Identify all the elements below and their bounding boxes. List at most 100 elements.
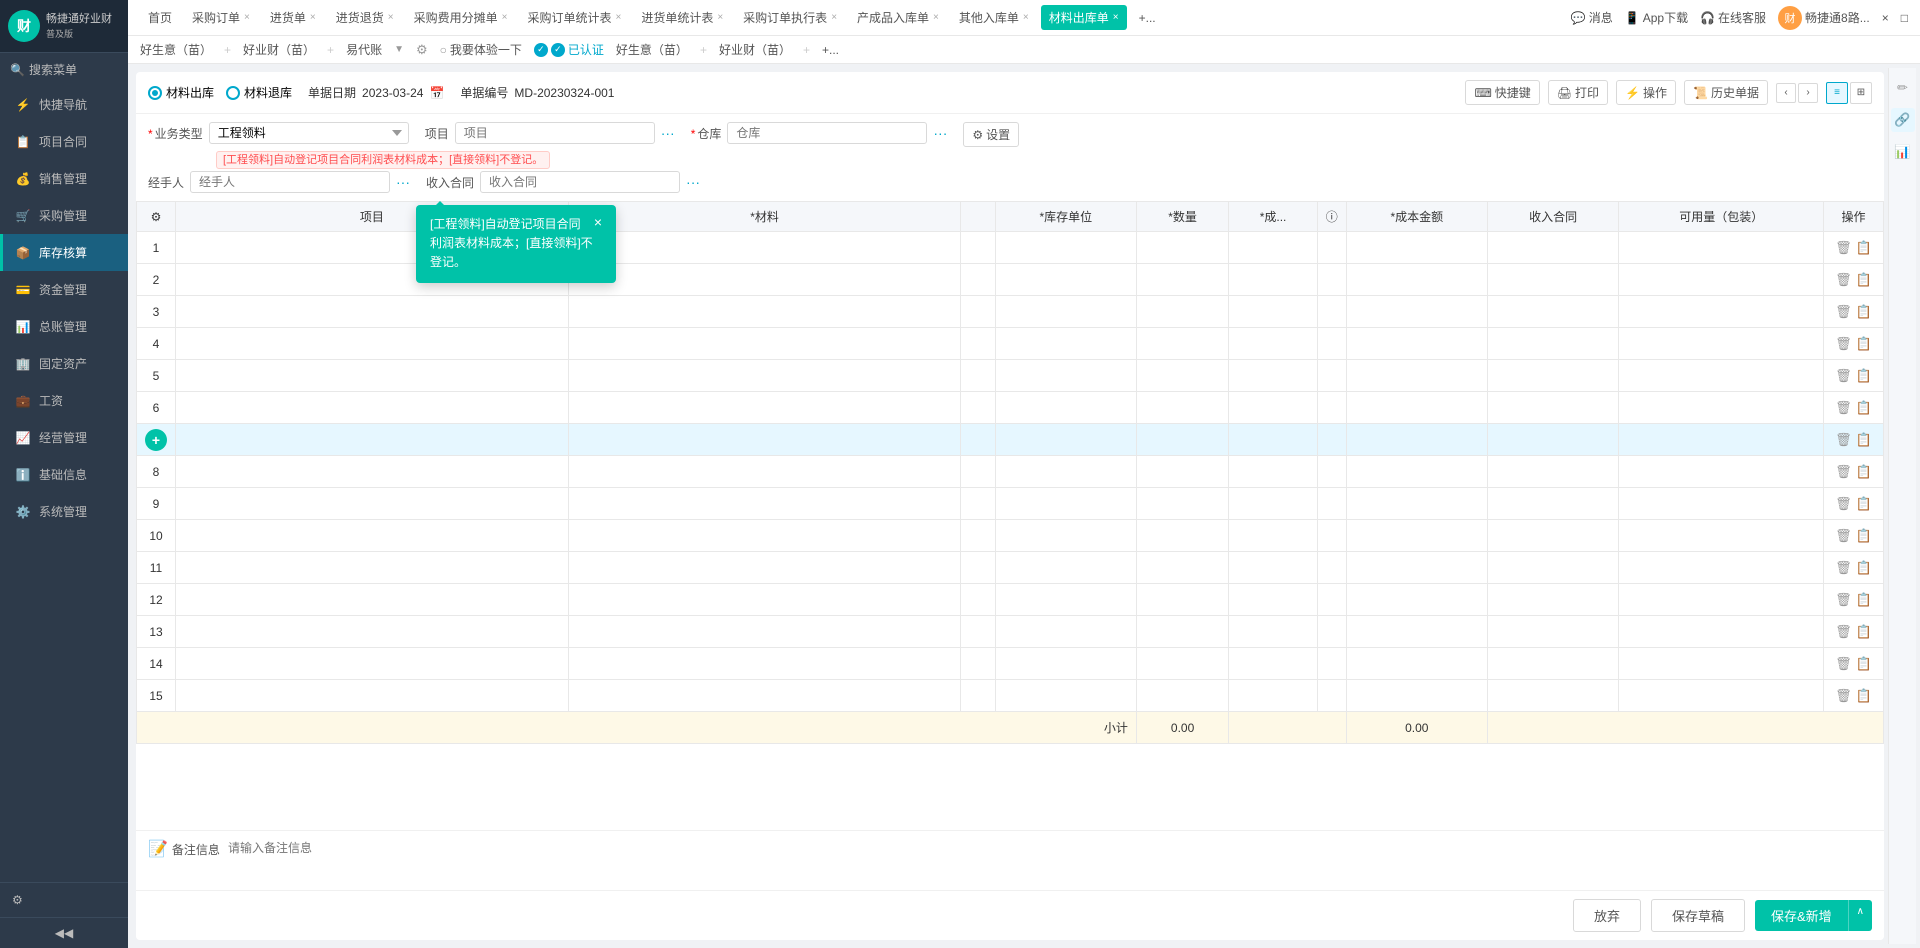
copy-row-btn[interactable]: 📋 [1856, 400, 1872, 415]
row-unit[interactable] [995, 616, 1136, 648]
row-income-contract[interactable] [1487, 520, 1619, 552]
close-icon[interactable]: × [310, 12, 316, 23]
row-project[interactable] [176, 360, 569, 392]
copy-row-btn[interactable]: 📋 [1856, 336, 1872, 351]
sidebar-item-finance[interactable]: 💳 资金管理 [0, 271, 128, 308]
sidebar-item-purchase[interactable]: 🛒 采购管理 [0, 197, 128, 234]
sidebar-search[interactable]: 🔍 搜索菜单 [0, 53, 128, 86]
row-unit[interactable] [995, 264, 1136, 296]
delete-row-btn[interactable]: 🗑 [1835, 272, 1852, 287]
want-try-label[interactable]: ○ 我要体验一下 [440, 41, 522, 58]
sidebar-item-sales[interactable]: 💰 销售管理 [0, 160, 128, 197]
close-icon[interactable]: × [717, 12, 723, 23]
window-close-btn[interactable]: × [1882, 11, 1889, 25]
window-maximize-btn[interactable]: □ [1901, 11, 1908, 25]
easy-proxy-label[interactable]: 易代账 [346, 41, 382, 58]
row-income-contract[interactable] [1487, 456, 1619, 488]
row-material[interactable] [568, 680, 961, 712]
copy-row-btn[interactable]: 📋 [1856, 272, 1872, 287]
row-available[interactable] [1619, 232, 1824, 264]
add-row-cell[interactable]: + [137, 424, 176, 456]
close-icon[interactable]: × [502, 12, 508, 23]
delete-row-btn[interactable]: 🗑 [1835, 240, 1852, 255]
copy-row-btn[interactable]: 📋 [1856, 368, 1872, 383]
row-income-contract[interactable] [1487, 648, 1619, 680]
handler-dots-icon[interactable]: ··· [396, 174, 410, 190]
row-unit-active[interactable] [995, 424, 1136, 456]
row-quantity[interactable] [1136, 552, 1228, 584]
row-cost[interactable] [1229, 296, 1317, 328]
sidebar-item-salary[interactable]: 💼 工资 [0, 382, 128, 419]
copy-row-btn[interactable]: 📋 [1856, 592, 1872, 607]
row-spec[interactable] [961, 552, 995, 584]
row-project[interactable] [176, 616, 569, 648]
row-available[interactable] [1619, 360, 1824, 392]
right-edit-icon[interactable]: ✏ [1891, 76, 1915, 100]
sidebar-item-inventory[interactable]: 📦 库存核算 [0, 234, 128, 271]
copy-row-btn[interactable]: 📋 [1856, 528, 1872, 543]
message-btn[interactable]: 💬 消息 [1571, 9, 1613, 26]
app-download-btn[interactable]: 📱 App下载 [1625, 9, 1688, 26]
row-unit[interactable] [995, 648, 1136, 680]
delete-row-btn[interactable]: 🗑 [1835, 496, 1852, 511]
row-quantity[interactable] [1136, 360, 1228, 392]
tab-purchase-exec[interactable]: 采购订单执行表 × [735, 5, 845, 30]
row-cost-amount[interactable] [1346, 680, 1487, 712]
row-material[interactable] [568, 264, 961, 296]
tab-home[interactable]: 首页 [140, 5, 180, 30]
project-dots-icon[interactable]: ··· [661, 125, 675, 141]
row-material[interactable] [568, 456, 961, 488]
calendar-icon[interactable]: 📅 [429, 86, 444, 100]
row-project[interactable] [176, 680, 569, 712]
save-draft-btn[interactable]: 保存草稿 [1651, 899, 1745, 932]
row-project[interactable] [176, 520, 569, 552]
row-income-contract[interactable] [1487, 296, 1619, 328]
warehouse-input[interactable] [727, 122, 927, 144]
tab-purchase-order[interactable]: 采购订单 × [184, 5, 258, 30]
row-spec-active[interactable] [961, 424, 995, 456]
row-income-contract[interactable] [1487, 264, 1619, 296]
history-btn[interactable]: 📜 历史单据 [1684, 80, 1768, 105]
print-btn[interactable]: 🖨 打印 [1548, 80, 1608, 105]
material-return-radio[interactable]: 材料退库 [226, 84, 292, 101]
settings-nav-icon[interactable]: ⚙ [416, 42, 428, 58]
row-quantity[interactable] [1136, 488, 1228, 520]
row-unit[interactable] [995, 584, 1136, 616]
copy-row-btn[interactable]: 📋 [1856, 240, 1872, 255]
row-spec[interactable] [961, 264, 995, 296]
right-chart-icon[interactable]: 📊 [1891, 140, 1915, 164]
row-material[interactable] [568, 552, 961, 584]
discard-btn[interactable]: 放弃 [1573, 899, 1641, 932]
row-income-contract-active[interactable] [1487, 424, 1619, 456]
row-project[interactable] [176, 552, 569, 584]
save-new-btn[interactable]: 保存&新增 [1755, 900, 1848, 931]
row-available[interactable] [1619, 328, 1824, 360]
row-cost-amount[interactable] [1346, 232, 1487, 264]
row-material[interactable] [568, 392, 961, 424]
sidebar-item-assets[interactable]: 🏢 固定资产 [0, 345, 128, 382]
row-quantity[interactable] [1136, 584, 1228, 616]
row-spec[interactable] [961, 648, 995, 680]
row-cost[interactable] [1229, 456, 1317, 488]
delete-row-btn[interactable]: 🗑 [1835, 464, 1852, 479]
row-cost-amount[interactable] [1346, 584, 1487, 616]
user-avatar[interactable]: 财 畅捷通8路... [1778, 6, 1870, 30]
row-material[interactable] [568, 296, 961, 328]
tab-other-in[interactable]: 其他入库单 × [951, 5, 1037, 30]
row-available[interactable] [1619, 392, 1824, 424]
row-cost-amount[interactable] [1346, 296, 1487, 328]
quick-key-btn[interactable]: ⌨ 快捷键 [1465, 80, 1539, 105]
warehouse-dots-icon[interactable]: ··· [933, 125, 947, 141]
copy-row-btn[interactable]: 📋 [1856, 496, 1872, 511]
delete-row-btn[interactable]: 🗑 [1835, 336, 1852, 351]
sidebar-item-quick[interactable]: ⚡ 快捷导航 [0, 86, 128, 123]
row-available[interactable] [1619, 584, 1824, 616]
row-available[interactable] [1619, 616, 1824, 648]
row-quantity[interactable] [1136, 296, 1228, 328]
close-icon[interactable]: × [388, 12, 394, 23]
row-income-contract[interactable] [1487, 328, 1619, 360]
row-unit[interactable] [995, 488, 1136, 520]
row-cost-amount[interactable] [1346, 488, 1487, 520]
col-settings[interactable]: ⚙ [137, 202, 176, 232]
delete-row-btn[interactable]: 🗑 [1835, 592, 1852, 607]
